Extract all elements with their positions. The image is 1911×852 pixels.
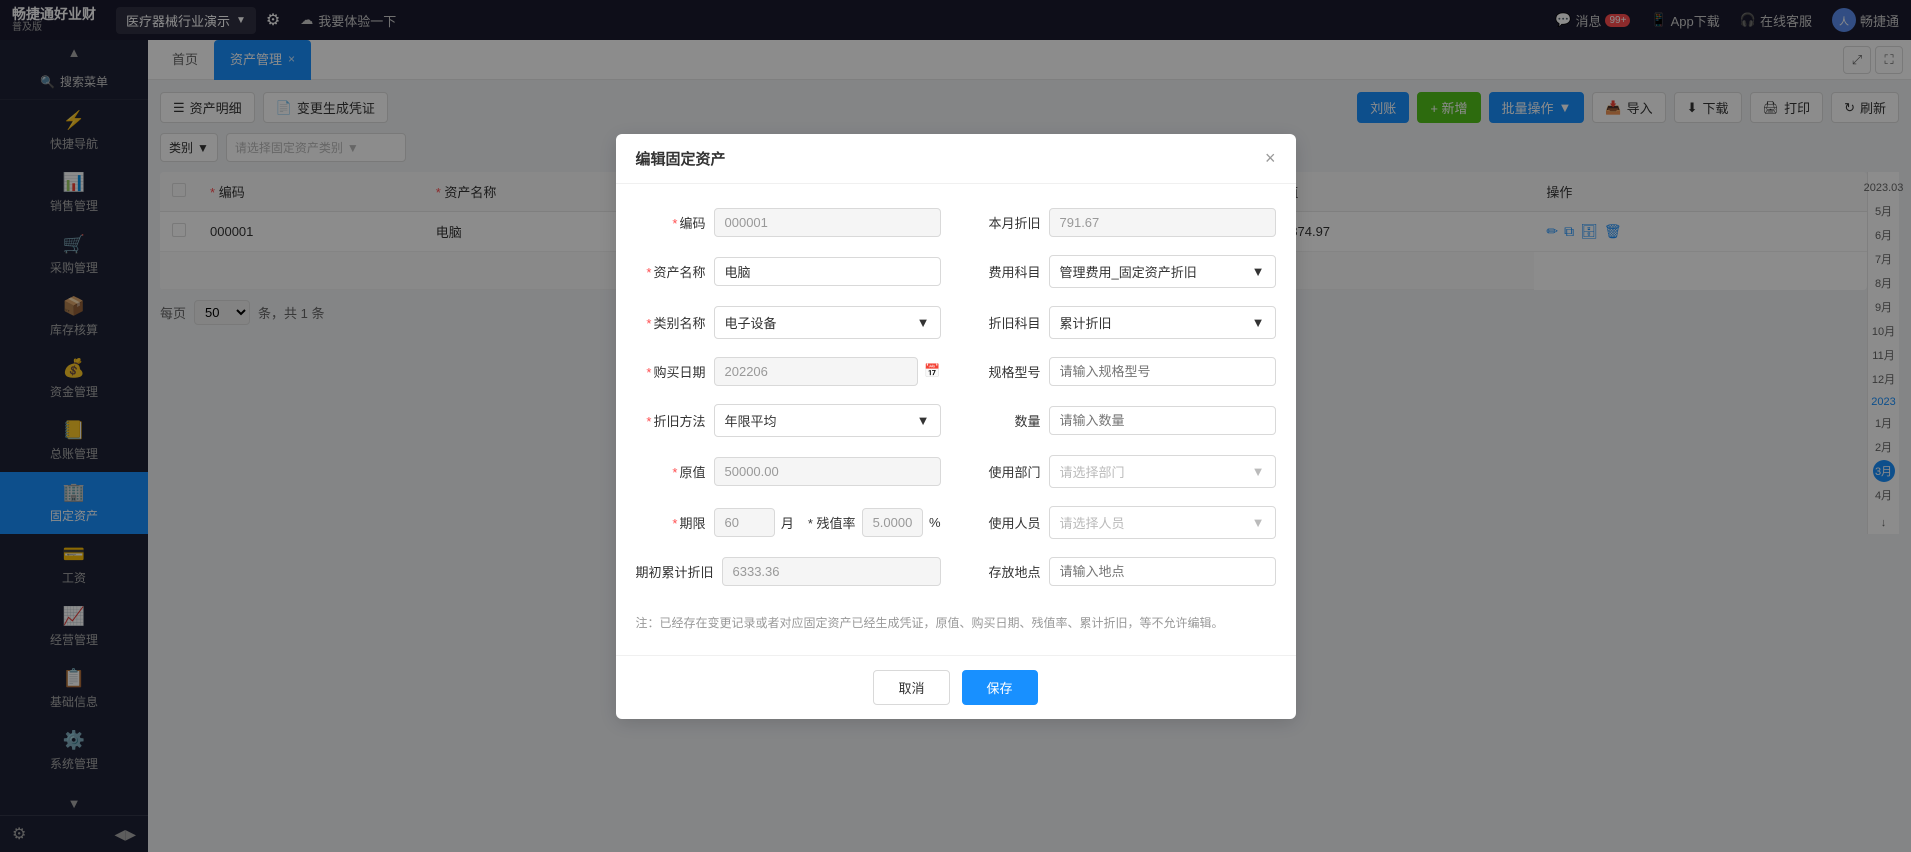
modal-overlay: 编辑固定资产 × 编码 本月折旧 资产名称 [0, 0, 1911, 852]
form-item-category: 类别名称 电子设备 ▼ [636, 306, 941, 339]
form-item-quantity: 数量 [971, 404, 1276, 437]
form-item-original-value: 原值 [636, 455, 941, 488]
form-item-code: 编码 [636, 208, 941, 237]
form-label-person: 使用人员 [971, 513, 1041, 532]
form-item-period: 期限 月 * 残值率 % [636, 506, 941, 539]
residual-input[interactable] [862, 508, 923, 537]
form-label-dep-method: 折旧方法 [636, 411, 706, 430]
form-item-name: 资产名称 [636, 255, 941, 288]
form-item-dep-method: 折旧方法 年限平均 ▼ [636, 404, 941, 437]
person-select[interactable]: 请选择人员 ▼ [1049, 506, 1276, 539]
category-chevron: ▼ [917, 315, 930, 330]
form-label-dept: 使用部门 [971, 462, 1041, 481]
form-item-person: 使用人员 请选择人员 ▼ [971, 506, 1276, 539]
form-label-category: 类别名称 [636, 313, 706, 332]
form-item-dept: 使用部门 请选择部门 ▼ [971, 455, 1276, 488]
form-label-original-value: 原值 [636, 462, 706, 481]
form-label-quantity: 数量 [971, 411, 1041, 430]
form-label-name: 资产名称 [636, 262, 706, 281]
expense-subject-chevron: ▼ [1252, 264, 1265, 279]
category-select[interactable]: 电子设备 ▼ [714, 306, 941, 339]
form-label-spec: 规格型号 [971, 362, 1041, 381]
person-chevron: ▼ [1252, 515, 1265, 530]
dep-method-chevron: ▼ [917, 413, 930, 428]
dep-subject-select[interactable]: 累计折旧 ▼ [1049, 306, 1276, 339]
asset-name-input[interactable] [714, 257, 941, 286]
modal-title: 编辑固定资产 [636, 148, 726, 169]
modal-body: 编码 本月折旧 资产名称 费用科目 管理费用_固定资产折旧 [616, 184, 1296, 655]
save-button[interactable]: 保存 [962, 670, 1038, 705]
form-label-period: 期限 [636, 513, 706, 532]
cancel-button[interactable]: 取消 [873, 670, 949, 705]
form-item-dep-subject: 折旧科目 累计折旧 ▼ [971, 306, 1276, 339]
form-label-purchase-date: 购买日期 [636, 362, 706, 381]
residual-unit: % [929, 515, 941, 530]
modal-close-btn[interactable]: × [1265, 149, 1276, 167]
form-label-code: 编码 [636, 213, 706, 232]
form-label-monthly-dep: 本月折旧 [971, 213, 1041, 232]
calendar-icon[interactable]: 📅 [924, 363, 940, 379]
dept-chevron: ▼ [1252, 464, 1265, 479]
modal-header: 编辑固定资产 × [616, 134, 1296, 184]
purchase-date-input[interactable] [714, 357, 919, 386]
period-unit: 月 [781, 513, 794, 532]
dept-select[interactable]: 请选择部门 ▼ [1049, 455, 1276, 488]
edit-asset-modal: 编辑固定资产 × 编码 本月折旧 资产名称 [616, 134, 1296, 719]
location-input[interactable] [1049, 557, 1276, 586]
quantity-input[interactable] [1049, 406, 1276, 435]
form-item-expense-subject: 费用科目 管理费用_固定资产折旧 ▼ [971, 255, 1276, 288]
expense-subject-select[interactable]: 管理费用_固定资产折旧 ▼ [1049, 255, 1276, 288]
residual-label: * 残值率 [808, 513, 856, 532]
form-item-monthly-dep: 本月折旧 [971, 208, 1276, 237]
form-item-spec: 规格型号 [971, 357, 1276, 386]
spec-input[interactable] [1049, 357, 1276, 386]
original-value-input[interactable] [714, 457, 941, 486]
form-item-location: 存放地点 [971, 557, 1276, 586]
modal-footer: 取消 保存 [616, 655, 1296, 719]
form-label-initial-dep: 期初累计折旧 [636, 562, 714, 581]
initial-dep-input[interactable] [722, 557, 941, 586]
monthly-dep-input[interactable] [1049, 208, 1276, 237]
form-label-dep-subject: 折旧科目 [971, 313, 1041, 332]
dep-method-select[interactable]: 年限平均 ▼ [714, 404, 941, 437]
form-label-location: 存放地点 [971, 562, 1041, 581]
form-label-expense-subject: 费用科目 [971, 262, 1041, 281]
dep-subject-chevron: ▼ [1252, 315, 1265, 330]
form-note: 注：已经存在变更记录或者对应固定资产已经生成凭证，原值、购买日期、残值率、累计折… [636, 604, 1276, 631]
code-input[interactable] [714, 208, 941, 237]
period-input[interactable] [714, 508, 775, 537]
form-item-initial-dep: 期初累计折旧 [636, 557, 941, 586]
form-item-purchase-date: 购买日期 📅 [636, 357, 941, 386]
